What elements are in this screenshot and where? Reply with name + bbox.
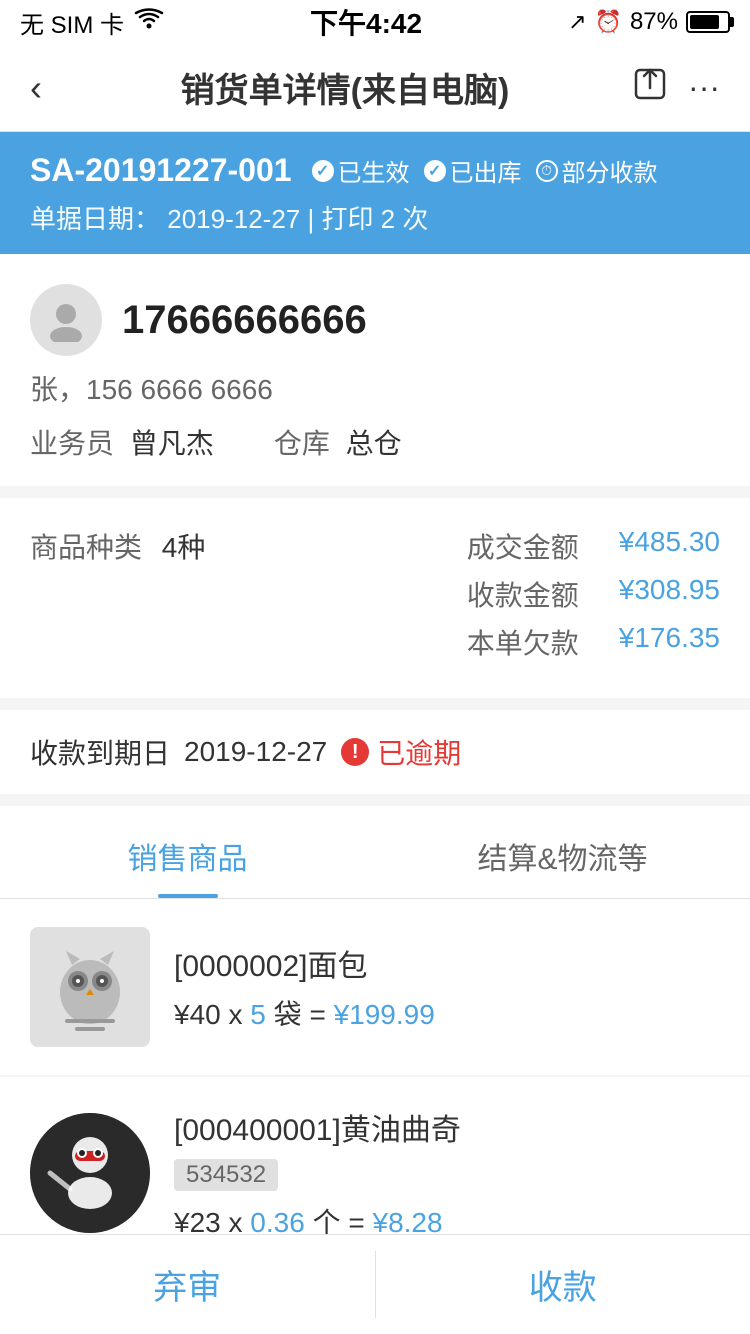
overdue-icon: ! xyxy=(341,738,369,766)
status-right: ↗ ⏰ 87% xyxy=(568,8,730,36)
order-header: SA-20191227-001 ✓ 已生效 ✓ 已出库 ⏱ 部分收款 单据日期：… xyxy=(0,132,750,254)
battery-icon xyxy=(686,11,730,33)
avatar xyxy=(30,284,102,356)
badge-partial: ⏱ 部分收款 xyxy=(536,153,658,188)
customer-section: 17666666666 张，156 6666 6666 业务员 曾凡杰 仓库 总… xyxy=(0,254,750,486)
summary-left: 商品种类 4种 xyxy=(30,526,205,566)
tab-active-indicator xyxy=(158,894,218,898)
product-item: [0000002]面包 ¥40 x 5 袋 = ¥199.99 xyxy=(0,899,750,1075)
product-sku-badge: 534532 xyxy=(174,1159,278,1191)
order-badges: ✓ 已生效 ✓ 已出库 ⏱ 部分收款 xyxy=(312,153,658,188)
wifi-icon xyxy=(134,8,164,36)
products-container: [0000002]面包 ¥40 x 5 袋 = ¥199.99 xyxy=(0,899,750,1269)
tab-products[interactable]: 销售商品 xyxy=(0,806,375,898)
summary-section: 商品种类 4种 成交金额 ¥485.30 收款金额 ¥308.95 本单欠款 ¥… xyxy=(0,498,750,698)
warehouse-info: 仓库 总仓 xyxy=(274,422,402,462)
confirm-button[interactable]: 收款 xyxy=(376,1235,750,1334)
check-icon: ✓ xyxy=(312,160,334,182)
clock-icon: ⏱ xyxy=(536,160,558,182)
badge-shipped: ✓ 已出库 xyxy=(424,153,522,188)
customer-name: 17666666666 xyxy=(122,298,367,343)
status-left: 无 SIM 卡 xyxy=(20,5,164,40)
product-info-2: [000400001]黄油曲奇 534532 ¥23 x 0.36 个 = ¥8… xyxy=(174,1105,720,1241)
product-name-2: [000400001]黄油曲奇 xyxy=(174,1105,720,1149)
overdue-label: 已逾期 xyxy=(377,732,461,772)
sales-info: 业务员 曾凡杰 xyxy=(30,422,214,462)
tabs-container: 销售商品 结算&物流等 xyxy=(0,806,750,899)
alarm-icon: ⏰ xyxy=(595,9,622,35)
product-name-1: [0000002]面包 xyxy=(174,941,720,985)
nav-actions: ··· xyxy=(600,66,720,110)
battery-label: 87% xyxy=(630,8,678,36)
customer-sub: 张，156 6666 6666 xyxy=(30,368,720,408)
due-date-value: 2019-12-27 xyxy=(184,736,327,768)
tab-settlement[interactable]: 结算&物流等 xyxy=(375,806,750,898)
back-button[interactable]: ‹ xyxy=(30,67,90,109)
deal-amount-row: 成交金额 ¥485.30 xyxy=(467,526,720,566)
summary-right: 成交金额 ¥485.30 收款金额 ¥308.95 本单欠款 ¥176.35 xyxy=(467,526,720,670)
check-icon-2: ✓ xyxy=(424,160,446,182)
cancel-button[interactable]: 弃审 xyxy=(0,1235,375,1334)
location-icon: ↗ xyxy=(568,9,586,35)
badge-active: ✓ 已生效 xyxy=(312,153,410,188)
share-button[interactable] xyxy=(632,66,668,110)
page-title: 销货单详情(来自电脑) xyxy=(90,63,600,112)
overdue-badge: ! 已逾期 xyxy=(341,732,461,772)
time-label: 下午4:42 xyxy=(310,2,422,42)
order-date-row: 单据日期： 2019-12-27 | 打印 2 次 xyxy=(30,199,720,236)
product-info-1: [0000002]面包 ¥40 x 5 袋 = ¥199.99 xyxy=(174,941,720,1033)
product-thumb-2 xyxy=(30,1113,150,1233)
status-bar: 无 SIM 卡 下午4:42 ↗ ⏰ 87% xyxy=(0,0,750,44)
product-thumb-1 xyxy=(30,927,150,1047)
due-date-label: 收款到期日 xyxy=(30,732,170,772)
carrier-label: 无 SIM 卡 xyxy=(20,5,124,40)
owed-row: 本单欠款 ¥176.35 xyxy=(467,622,720,662)
customer-meta: 业务员 曾凡杰 仓库 总仓 xyxy=(30,422,720,462)
order-id: SA-20191227-001 xyxy=(30,152,292,189)
due-date-section: 收款到期日 2019-12-27 ! 已逾期 xyxy=(0,710,750,794)
nav-bar: ‹ 销货单详情(来自电脑) ··· xyxy=(0,44,750,132)
more-button[interactable]: ··· xyxy=(688,69,720,106)
received-row: 收款金额 ¥308.95 xyxy=(467,574,720,614)
product-price-row-1: ¥40 x 5 袋 = ¥199.99 xyxy=(174,993,720,1033)
bottom-toolbar: 弃审 收款 xyxy=(0,1234,750,1334)
